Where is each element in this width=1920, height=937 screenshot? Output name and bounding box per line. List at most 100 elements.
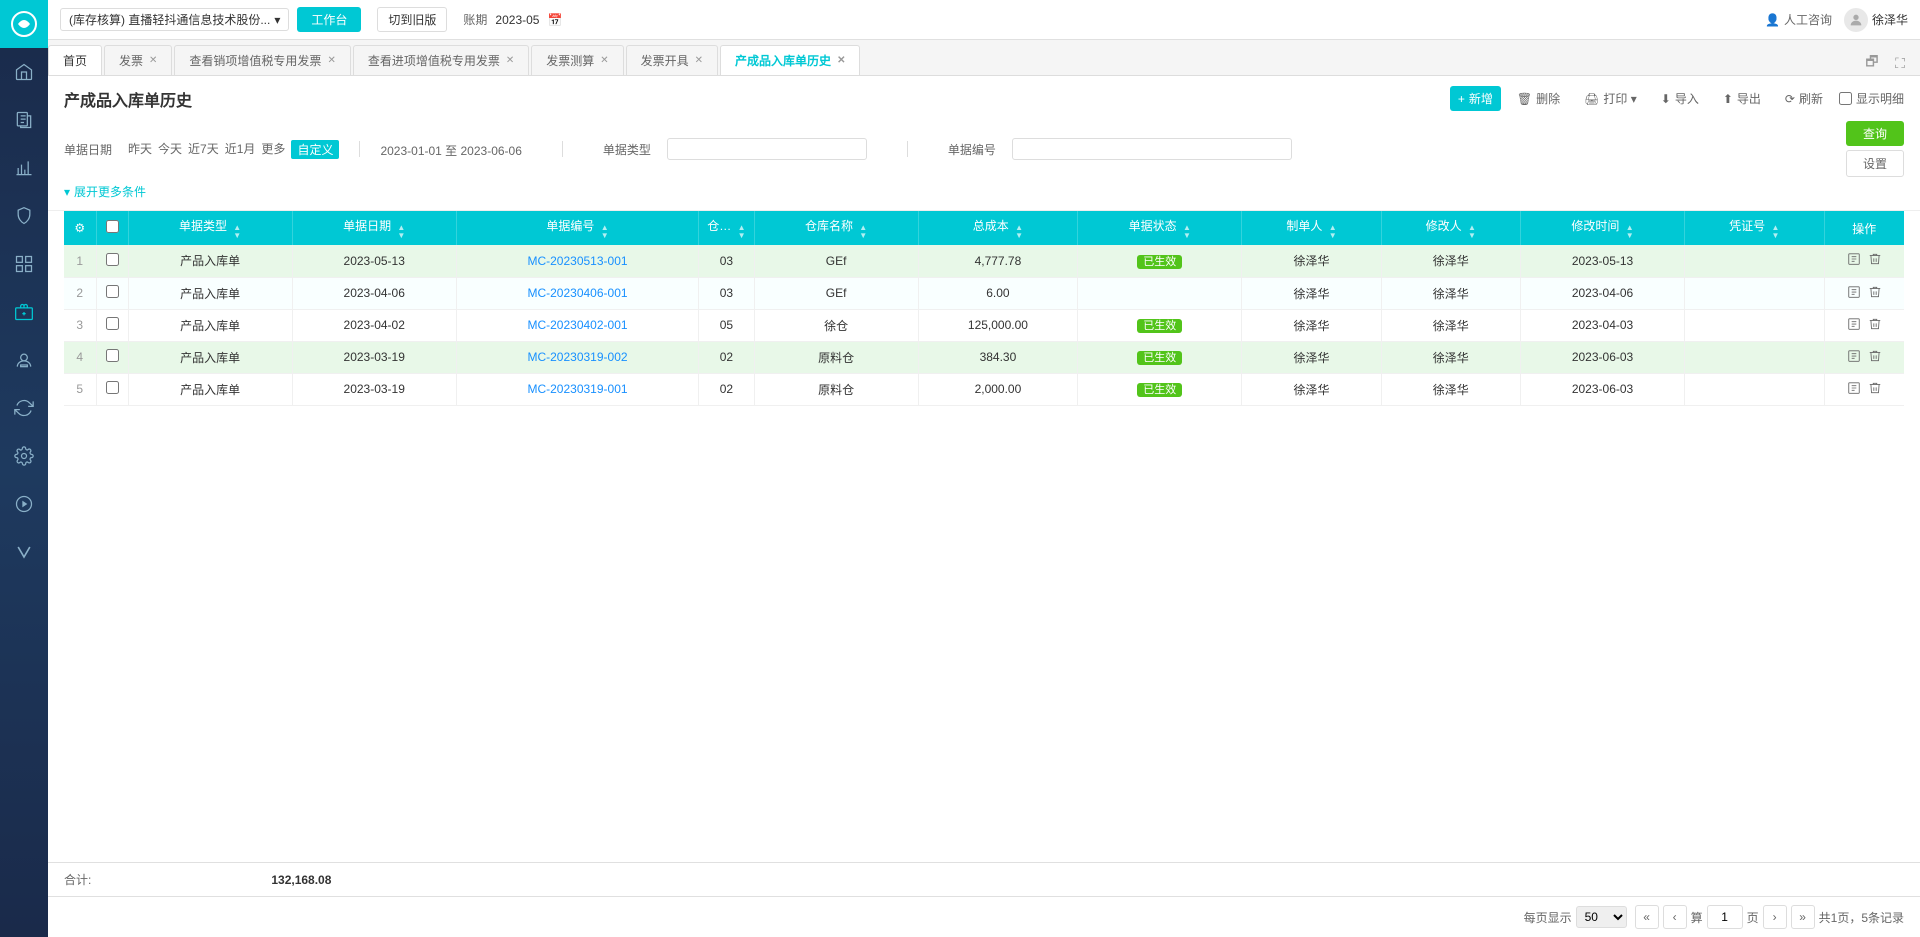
search-button[interactable]: 查询 — [1846, 121, 1904, 146]
row-checkbox[interactable] — [106, 253, 119, 266]
calendar-icon[interactable]: 📅 — [547, 13, 562, 27]
row-edit-button[interactable] — [1845, 347, 1863, 368]
date-link-yesterday[interactable]: 昨天 — [128, 140, 152, 159]
date-link-7days[interactable]: 近7天 — [188, 140, 219, 159]
row-delete-button[interactable] — [1866, 347, 1884, 368]
customer-service-link[interactable]: 👤 人工咨询 — [1765, 11, 1832, 28]
col-modify-time[interactable]: 修改时间 ▲▼ — [1520, 211, 1684, 245]
print-button[interactable]: 🖨 打印 ▾ — [1576, 86, 1645, 111]
row-number[interactable]: MC-20230406-001 — [456, 277, 698, 309]
sidebar-item-documents[interactable] — [0, 96, 48, 144]
workbench-button[interactable]: 工作台 — [297, 7, 361, 32]
sidebar-item-refresh[interactable] — [0, 384, 48, 432]
prev-page-button[interactable]: ‹ — [1663, 905, 1687, 929]
app-logo[interactable] — [0, 0, 48, 48]
row-checkbox[interactable] — [106, 349, 119, 362]
row-checkbox-cell[interactable] — [96, 341, 128, 373]
row-edit-button[interactable] — [1845, 379, 1863, 400]
next-page-button[interactable]: › — [1763, 905, 1787, 929]
tab-invoice-calc[interactable]: 发票测算 ✕ — [531, 45, 623, 75]
row-number[interactable]: MC-20230513-001 — [456, 245, 698, 277]
tab-sales-vat[interactable]: 查看销项增值税专用发票 ✕ — [174, 45, 350, 75]
col-modifier[interactable]: 修改人 ▲▼ — [1381, 211, 1520, 245]
row-number[interactable]: MC-20230402-001 — [456, 309, 698, 341]
date-link-custom[interactable]: 自定义 — [291, 140, 339, 159]
tab-home[interactable]: 首页 — [48, 45, 102, 75]
row-checkbox[interactable] — [106, 285, 119, 298]
row-edit-button[interactable] — [1845, 283, 1863, 304]
export-button[interactable]: ⬆ 导出 — [1715, 86, 1769, 111]
col-date[interactable]: 单据日期 ▲▼ — [292, 211, 456, 245]
first-page-button[interactable]: « — [1635, 905, 1659, 929]
row-number-link[interactable]: MC-20230319-001 — [527, 382, 627, 396]
col-settings[interactable]: ⚙ — [64, 211, 96, 245]
col-warehouse-code[interactable]: 仓… ▲▼ — [699, 211, 754, 245]
sidebar-item-inventory[interactable] — [0, 288, 48, 336]
sidebar-item-stamp[interactable] — [0, 336, 48, 384]
row-checkbox[interactable] — [106, 381, 119, 394]
row-delete-button[interactable] — [1866, 315, 1884, 336]
tab-invoice-close[interactable]: ✕ — [149, 55, 157, 66]
expand-conditions[interactable]: ▾ 展开更多条件 — [64, 183, 1904, 200]
tab-invoice-calc-close[interactable]: ✕ — [600, 55, 608, 66]
sidebar-item-v[interactable] — [0, 528, 48, 576]
table-container[interactable]: ⚙ 单据类型 ▲▼ 单据日期 ▲▼ 单据编号 ▲▼ 仓… ▲▼ 仓库名称 ▲▼ … — [48, 211, 1920, 862]
settings-button[interactable]: 设置 — [1846, 150, 1904, 177]
tab-sales-vat-close[interactable]: ✕ — [327, 55, 335, 66]
user-menu[interactable]: 徐泽华 — [1844, 8, 1908, 32]
window-expand-button[interactable]: ⛶ — [1888, 51, 1912, 75]
row-delete-button[interactable] — [1866, 283, 1884, 304]
sidebar-item-home[interactable] — [0, 48, 48, 96]
sidebar-item-grid[interactable] — [0, 240, 48, 288]
row-delete-button[interactable] — [1866, 379, 1884, 400]
col-voucher[interactable]: 凭证号 ▲▼ — [1685, 211, 1824, 245]
row-number-link[interactable]: MC-20230319-002 — [527, 350, 627, 364]
page-number-input[interactable] — [1707, 905, 1743, 929]
last-page-button[interactable]: » — [1791, 905, 1815, 929]
sidebar-item-security[interactable] — [0, 192, 48, 240]
row-checkbox-cell[interactable] — [96, 373, 128, 405]
date-link-today[interactable]: 今天 — [158, 140, 182, 159]
refresh-button[interactable]: ⟳ 刷新 — [1777, 86, 1831, 111]
row-delete-button[interactable] — [1866, 250, 1884, 271]
row-number-link[interactable]: MC-20230406-001 — [527, 286, 627, 300]
sidebar-item-analytics[interactable] — [0, 144, 48, 192]
window-restore-button[interactable]: 🗗 — [1860, 51, 1884, 75]
row-number[interactable]: MC-20230319-001 — [456, 373, 698, 405]
per-page-select[interactable]: 50 100 200 — [1576, 906, 1627, 928]
row-number[interactable]: MC-20230319-002 — [456, 341, 698, 373]
row-checkbox-cell[interactable] — [96, 277, 128, 309]
col-status[interactable]: 单据状态 ▲▼ — [1078, 211, 1242, 245]
tab-invoice-open-close[interactable]: ✕ — [695, 55, 703, 66]
col-number[interactable]: 单据编号 ▲▼ — [456, 211, 698, 245]
tab-invoice[interactable]: 发票 ✕ — [104, 45, 172, 75]
switch-to-old-button[interactable]: 切到旧版 — [377, 7, 447, 32]
show-detail-checkbox[interactable] — [1839, 92, 1852, 105]
col-creator[interactable]: 制单人 ▲▼ — [1242, 211, 1381, 245]
sidebar-item-settings[interactable] — [0, 432, 48, 480]
tab-product-receipt-close[interactable]: ✕ — [837, 55, 845, 66]
new-button[interactable]: + 新增 — [1450, 86, 1501, 111]
row-number-link[interactable]: MC-20230402-001 — [527, 318, 627, 332]
row-checkbox[interactable] — [106, 317, 119, 330]
number-input[interactable] — [1012, 138, 1292, 160]
tab-product-receipt[interactable]: 产成品入库单历史 ✕ — [720, 45, 860, 75]
company-selector[interactable]: (库存核算) 直播轻抖通信息技术股份... ▾ — [60, 8, 289, 31]
select-all-checkbox[interactable] — [106, 220, 119, 233]
tab-purchase-vat-close[interactable]: ✕ — [506, 55, 514, 66]
col-total-cost[interactable]: 总成本 ▲▼ — [918, 211, 1078, 245]
tab-purchase-vat[interactable]: 查看进项增值税专用发票 ✕ — [353, 45, 529, 75]
date-link-1month[interactable]: 近1月 — [225, 140, 256, 159]
row-number-link[interactable]: MC-20230513-001 — [527, 254, 627, 268]
import-button[interactable]: ⬇ 导入 — [1653, 86, 1707, 111]
sidebar-item-play[interactable] — [0, 480, 48, 528]
show-detail-checkbox-wrap[interactable]: 显示明细 — [1839, 90, 1904, 107]
settings-icon[interactable]: ⚙ — [74, 221, 85, 235]
tab-invoice-open[interactable]: 发票开具 ✕ — [626, 45, 718, 75]
row-edit-button[interactable] — [1845, 250, 1863, 271]
row-checkbox-cell[interactable] — [96, 245, 128, 277]
col-warehouse-name[interactable]: 仓库名称 ▲▼ — [754, 211, 918, 245]
date-link-more[interactable]: 更多 — [261, 140, 285, 159]
delete-button[interactable]: 🗑 删除 — [1509, 86, 1568, 111]
type-select[interactable] — [667, 138, 867, 160]
